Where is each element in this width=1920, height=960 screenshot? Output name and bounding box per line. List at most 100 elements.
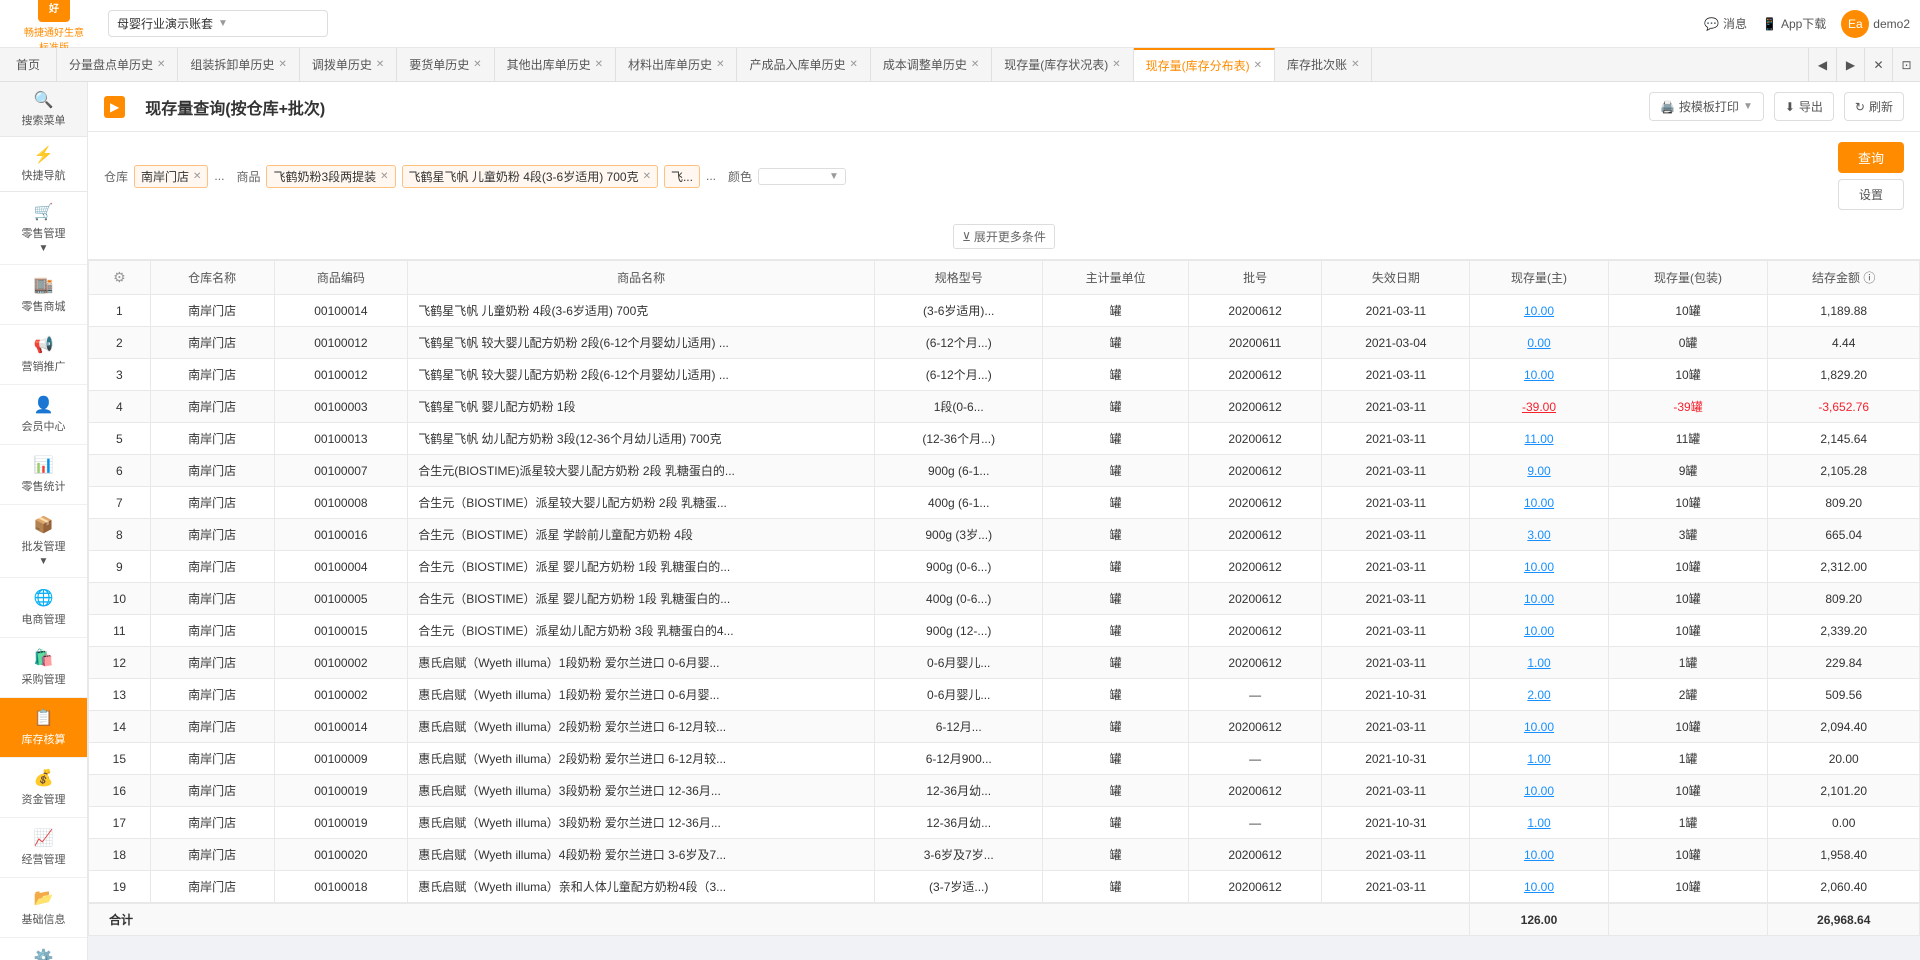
cell-qty-main[interactable]: 1.00 [1470,807,1608,839]
cell-qty-main[interactable]: 10.00 [1470,551,1608,583]
tab-yaohuo[interactable]: 要货单历史 ✕ [397,48,494,81]
sidebar-quicknav[interactable]: ⚡ 快捷导航 [0,137,87,192]
cell-qty-main[interactable]: -39.00 [1470,391,1608,423]
close-icon[interactable]: ✕ [473,59,481,70]
close-icon[interactable]: ✕ [278,59,286,70]
tab-home[interactable]: 首页 [0,48,57,81]
cell-qty-main[interactable]: 1.00 [1470,743,1608,775]
sidebar-item-basic[interactable]: 📂 基础信息 [0,878,87,938]
close-icon[interactable]: ✕ [1351,59,1359,70]
cell-num: 16 [89,775,151,807]
product-tag-2[interactable]: 飞鹤星飞帆 儿童奶粉 4段(3-6岁适用) 700克 ✕ [402,165,658,188]
tab-xiancun-kucun[interactable]: 现存量(库存状况表) ✕ [992,48,1133,81]
sidebar-item-wholesale[interactable]: 📦 批发管理 ▼ [0,505,87,578]
sidebar-item-system[interactable]: ⚙️ 系统管理 [0,938,87,960]
sidebar-search[interactable]: 🔍 搜索菜单 [0,82,87,137]
warehouse-ellipsis[interactable]: ... [214,169,224,183]
close-icon[interactable]: ✕ [971,59,979,70]
tab-more-button[interactable]: ⊡ [1892,48,1920,82]
sidebar-item-purchase[interactable]: 🛍️ 采购管理 [0,638,87,698]
remove-warehouse-tag-icon[interactable]: ✕ [193,171,201,182]
tab-cailiao[interactable]: 材料出库单历史 ✕ [616,48,737,81]
cell-qty-main[interactable]: 0.00 [1470,327,1608,359]
print-button[interactable]: 🖨️ 按模板打印 ▼ [1649,92,1764,121]
expand-more-button[interactable]: ⊻ 展开更多条件 [953,224,1055,249]
cell-qty-main[interactable]: 10.00 [1470,775,1608,807]
th-qty-pkg: 现存量(包装) [1608,261,1768,295]
sidebar-item-finance[interactable]: 💰 资金管理 [0,758,87,818]
sidebar-item-operation[interactable]: 📈 经营管理 [0,818,87,878]
cell-qty-main[interactable]: 10.00 [1470,295,1608,327]
tab-prev-button[interactable]: ◀ [1808,48,1836,82]
inventory-table: ⚙ 仓库名称 商品编码 商品名称 规格型号 主计量单位 批号 失效日期 现存量(… [88,260,1920,936]
tab-fencang[interactable]: 分量盘点单历史 ✕ [57,48,178,81]
cell-qty-main[interactable]: 2.00 [1470,679,1608,711]
sidebar-item-ecommerce[interactable]: 🌐 电商管理 [0,578,87,638]
app-download-button[interactable]: 📱 App下载 [1762,15,1826,32]
cell-qty-main[interactable]: 9.00 [1470,455,1608,487]
product-tag-1[interactable]: 飞鹤奶粉3段两提装 ✕ [266,165,395,188]
tab-kucun-pici[interactable]: 库存批次账 ✕ [1275,48,1372,81]
cell-qty-pkg: 0罐 [1608,327,1768,359]
settings-icon[interactable]: ⚙ [113,269,126,285]
query-button[interactable]: 查询 [1838,142,1904,173]
remove-product-tag-1-icon[interactable]: ✕ [380,171,388,182]
close-icon[interactable]: ✕ [716,59,724,70]
sidebar-item-member[interactable]: 👤 会员中心 [0,385,87,445]
cell-qty-main[interactable]: 1.00 [1470,647,1608,679]
th-settings[interactable]: ⚙ [89,261,151,295]
remove-product-tag-2-icon[interactable]: ✕ [643,171,651,182]
cell-qty-main[interactable]: 10.00 [1470,711,1608,743]
sidebar-item-retail[interactable]: 🛒 零售管理 ▼ [0,192,87,265]
expand-toggle-button[interactable]: ▶ [104,96,125,118]
close-icon[interactable]: ✕ [595,59,603,70]
sidebar-item-retail-mall[interactable]: 🏬 零售商城 [0,265,87,325]
settings-button[interactable]: 设置 [1838,179,1904,210]
cell-qty-main[interactable]: 10.00 [1470,615,1608,647]
user-avatar[interactable]: Ea demo2 [1841,10,1910,38]
sidebar-item-marketing[interactable]: 📢 营销推广 [0,325,87,385]
export-button[interactable]: ⬇ 导出 [1774,92,1834,121]
avatar-text: Ea [1848,17,1863,31]
cell-qty-main[interactable]: 10.00 [1470,871,1608,904]
close-icon[interactable]: ✕ [849,59,857,70]
color-select[interactable]: ▼ [758,168,846,185]
close-icon[interactable]: ✕ [376,59,384,70]
sidebar-item-inventory[interactable]: 📋 库存核算 [0,698,87,758]
close-icon[interactable]: ✕ [1112,59,1120,70]
cell-name: 飞鹤星飞帆 幼儿配方奶粉 3段(12-36个月幼儿适用) 700克 [408,423,875,455]
close-icon[interactable]: ✕ [157,59,165,70]
cell-warehouse: 南岸门店 [150,487,274,519]
cell-qty-pkg: 10罐 [1608,871,1768,904]
th-warehouse: 仓库名称 [150,261,274,295]
tab-xiancun-fenpei[interactable]: 现存量(库存分布表) ✕ [1134,48,1275,81]
cell-qty-main[interactable]: 10.00 [1470,839,1608,871]
industry-select[interactable]: 母婴行业演示账套 ▼ [108,10,328,37]
table-header-row: ⚙ 仓库名称 商品编码 商品名称 规格型号 主计量单位 批号 失效日期 现存量(… [89,261,1920,295]
tab-next-button[interactable]: ▶ [1836,48,1864,82]
tab-close-button[interactable]: ✕ [1864,48,1892,82]
warehouse-tag[interactable]: 南岸门店 ✕ [134,165,208,188]
table-row: 10 南岸门店 00100005 合生元（BIOSTIME）派星 婴儿配方奶粉 … [89,583,1920,615]
refresh-label: 刷新 [1869,98,1893,115]
message-button[interactable]: 💬 消息 [1704,15,1747,32]
cell-qty-main[interactable]: 10.00 [1470,359,1608,391]
cell-qty-main[interactable]: 10.00 [1470,583,1608,615]
product-tag-more[interactable]: 飞... [664,165,700,188]
cell-qty-main[interactable]: 11.00 [1470,423,1608,455]
cell-qty-pkg: 1罐 [1608,807,1768,839]
tab-qita[interactable]: 其他出库单历史 ✕ [495,48,616,81]
industry-dropdown[interactable]: 母婴行业演示账套 ▼ [108,10,1704,37]
tab-chengben[interactable]: 成本调整单历史 ✕ [871,48,992,81]
table-row: 4 南岸门店 00100003 飞鹤星飞帆 婴儿配方奶粉 1段 1段(0-6..… [89,391,1920,423]
close-icon[interactable]: ✕ [1254,60,1262,71]
refresh-button[interactable]: ↻ 刷新 [1844,92,1904,121]
cell-qty-main[interactable]: 10.00 [1470,487,1608,519]
product-ellipsis[interactable]: ... [706,169,716,183]
cell-qty-main[interactable]: 3.00 [1470,519,1608,551]
cell-code: 00100009 [274,743,408,775]
sidebar-item-retail-stat[interactable]: 📊 零售统计 [0,445,87,505]
tab-zuhe[interactable]: 组装拆卸单历史 ✕ [178,48,299,81]
tab-tiaobo[interactable]: 调拨单历史 ✕ [300,48,397,81]
tab-chanpin[interactable]: 产成品入库单历史 ✕ [737,48,870,81]
